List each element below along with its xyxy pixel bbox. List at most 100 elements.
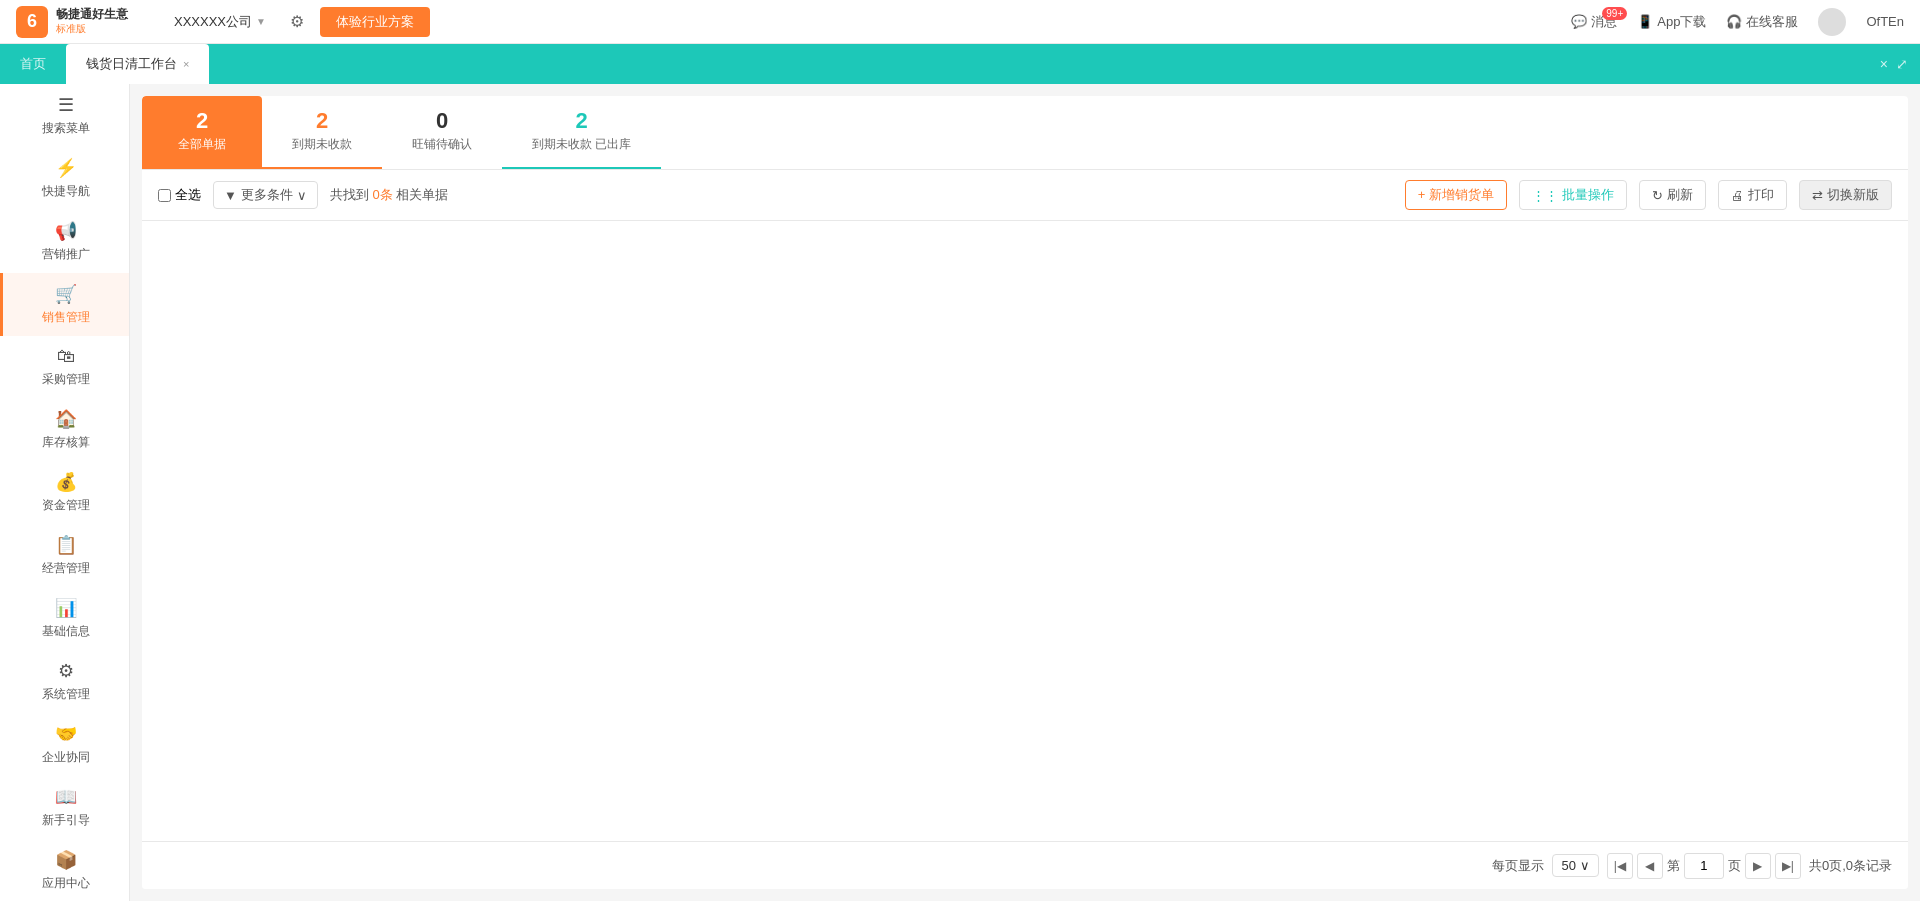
- filter-btn[interactable]: ▼ 更多条件 ∨: [213, 181, 318, 209]
- sidebar-label-finance: 资金管理: [42, 497, 90, 514]
- sidebar-item-search[interactable]: ☰ 搜索菜单: [0, 84, 129, 147]
- stat-tab-shipped[interactable]: 2 到期未收款 已出库: [502, 96, 661, 169]
- settings-icon[interactable]: ⚙: [286, 8, 308, 35]
- online-service-action[interactable]: 🎧 在线客服: [1726, 13, 1798, 31]
- basic-info-icon: 📊: [55, 597, 77, 619]
- system-icon: ⚙: [58, 660, 74, 682]
- avatar[interactable]: [1818, 8, 1846, 36]
- select-all-checkbox[interactable]: 全选: [158, 186, 201, 204]
- user-name: OfTEn: [1866, 14, 1904, 29]
- sidebar-label-nav: 快捷导航: [42, 183, 90, 200]
- print-btn[interactable]: 🖨 打印: [1718, 180, 1787, 210]
- sidebar-item-app-center[interactable]: 📦 应用中心: [0, 839, 129, 901]
- sidebar-label-purchase: 采购管理: [42, 371, 90, 388]
- stat-number-shipped: 2: [576, 110, 588, 132]
- sidebar-item-finance[interactable]: 💰 资金管理: [0, 461, 129, 524]
- page-suffix: 页: [1728, 857, 1741, 875]
- stat-label-all: 全部单据: [178, 136, 226, 153]
- sidebar-item-operations[interactable]: 📋 经营管理: [0, 524, 129, 587]
- sidebar-item-nav[interactable]: ⚡ 快捷导航: [0, 147, 129, 210]
- stat-label-wangpu: 旺铺待确认: [412, 136, 472, 153]
- app-subtitle: 标准版: [56, 22, 128, 36]
- page-size-value: 50: [1561, 858, 1575, 873]
- per-page-label: 每页显示: [1492, 857, 1544, 875]
- sidebar-item-inventory[interactable]: 🏠 库存核算: [0, 398, 129, 461]
- header-right: 💬 消息 99+ 📱 App下载 🎧 在线客服 OfTEn: [1571, 8, 1904, 36]
- first-page-btn[interactable]: |◀: [1607, 853, 1633, 879]
- switch-new-version-btn[interactable]: ⇄ 切换新版: [1799, 180, 1892, 210]
- chevron-down-icon: ▼: [256, 16, 266, 27]
- refresh-btn[interactable]: ↻ 刷新: [1639, 180, 1706, 210]
- app-download-action[interactable]: 📱 App下载: [1637, 13, 1706, 31]
- pagination-bar: 每页显示 50 ∨ |◀ ◀ 第 页 ▶ ▶| 共0页,0条记录: [142, 841, 1908, 889]
- app-title: 畅捷通好生意: [56, 7, 128, 21]
- prev-page-btn[interactable]: ◀: [1637, 853, 1663, 879]
- stat-label-overdue: 到期未收款: [292, 136, 352, 153]
- cooperation-icon: 🤝: [55, 723, 77, 745]
- app-download-label: App下载: [1657, 13, 1706, 31]
- company-selector[interactable]: XXXXXX公司 ▼: [166, 9, 274, 35]
- sidebar-label-sales: 销售管理: [42, 309, 90, 326]
- sidebar-label-system: 系统管理: [42, 686, 90, 703]
- guide-icon: 📖: [55, 786, 77, 808]
- tab-close-all-icon[interactable]: ×: [1880, 56, 1888, 72]
- experience-btn[interactable]: 体验行业方案: [320, 7, 430, 37]
- toolbar: 全选 ▼ 更多条件 ∨ 共找到 0条 相关单据 + 新增销货单: [142, 170, 1908, 221]
- last-page-btn[interactable]: ▶|: [1775, 853, 1801, 879]
- inventory-icon: 🏠: [55, 408, 77, 430]
- download-icon: 📱: [1637, 14, 1653, 29]
- sidebar-item-basic-info[interactable]: 📊 基础信息: [0, 587, 129, 650]
- add-sales-btn[interactable]: + 新增销货单: [1405, 180, 1507, 210]
- stat-label-shipped: 到期未收款 已出库: [532, 136, 631, 153]
- found-count: 0条: [373, 187, 393, 202]
- message-action[interactable]: 💬 消息 99+: [1571, 13, 1617, 31]
- select-all-input[interactable]: [158, 189, 171, 202]
- finance-icon: 💰: [55, 471, 77, 493]
- print-icon: 🖨: [1731, 188, 1744, 203]
- company-name: XXXXXX公司: [174, 13, 252, 31]
- filter-icon: ▼: [224, 188, 237, 203]
- sidebar-item-cooperation[interactable]: 🤝 企业协同: [0, 713, 129, 776]
- sidebar-item-guide[interactable]: 📖 新手引导: [0, 776, 129, 839]
- operations-icon: 📋: [55, 534, 77, 556]
- message-badge: 99+: [1602, 7, 1627, 20]
- sidebar-label-app-center: 应用中心: [42, 875, 90, 892]
- page-input[interactable]: [1684, 853, 1724, 879]
- tab-close-icon[interactable]: ×: [183, 58, 189, 70]
- sidebar-item-purchase[interactable]: 🛍 采购管理: [0, 336, 129, 398]
- sidebar-label-inventory: 库存核算: [42, 434, 90, 451]
- switch-icon: ⇄: [1812, 188, 1823, 203]
- sidebar-label-guide: 新手引导: [42, 812, 90, 829]
- tab-home[interactable]: 首页: [0, 44, 66, 84]
- tab-workbench-label: 钱货日清工作台: [86, 55, 177, 73]
- page-size-select[interactable]: 50 ∨: [1552, 854, 1598, 877]
- header-center: XXXXXX公司 ▼ ⚙ 体验行业方案: [146, 7, 1571, 37]
- sidebar-item-sales[interactable]: 🛒 销售管理: [0, 273, 129, 336]
- filter-chevron-icon: ∨: [297, 188, 307, 203]
- top-header: 6 畅捷通好生意 标准版 XXXXXX公司 ▼ ⚙ 体验行业方案 💬 消息 99…: [0, 0, 1920, 44]
- nav-icon: ⚡: [55, 157, 77, 179]
- batch-icon: ⋮⋮: [1532, 188, 1558, 203]
- sidebar-label-operations: 经营管理: [42, 560, 90, 577]
- stat-tab-all[interactable]: 2 全部单据: [142, 96, 262, 169]
- online-service-label: 在线客服: [1746, 13, 1798, 31]
- sidebar-label-search: 搜索菜单: [42, 120, 90, 137]
- select-all-label: 全选: [175, 186, 201, 204]
- next-page-btn[interactable]: ▶: [1745, 853, 1771, 879]
- stat-tab-wangpu[interactable]: 0 旺铺待确认: [382, 96, 502, 169]
- refresh-icon: ↻: [1652, 188, 1663, 203]
- sidebar-label-cooperation: 企业协同: [42, 749, 90, 766]
- table-area: [142, 221, 1908, 841]
- sidebar-label-marketing: 营销推广: [42, 246, 90, 263]
- sidebar-item-system[interactable]: ⚙ 系统管理: [0, 650, 129, 713]
- sidebar: ☰ 搜索菜单 ⚡ 快捷导航 📢 营销推广 🛒 销售管理 🛍 采购管理 🏠 库存核…: [0, 84, 130, 901]
- stat-tab-overdue[interactable]: 2 到期未收款: [262, 96, 382, 169]
- tab-expand-icon[interactable]: ⤢: [1896, 56, 1908, 72]
- sidebar-item-marketing[interactable]: 📢 营销推广: [0, 210, 129, 273]
- filter-label: 更多条件: [241, 186, 293, 204]
- service-icon: 🎧: [1726, 14, 1742, 29]
- marketing-icon: 📢: [55, 220, 77, 242]
- batch-operation-btn[interactable]: ⋮⋮ 批量操作: [1519, 180, 1627, 210]
- found-text: 共找到 0条 相关单据: [330, 186, 448, 204]
- tab-workbench[interactable]: 钱货日清工作台 ×: [66, 44, 209, 84]
